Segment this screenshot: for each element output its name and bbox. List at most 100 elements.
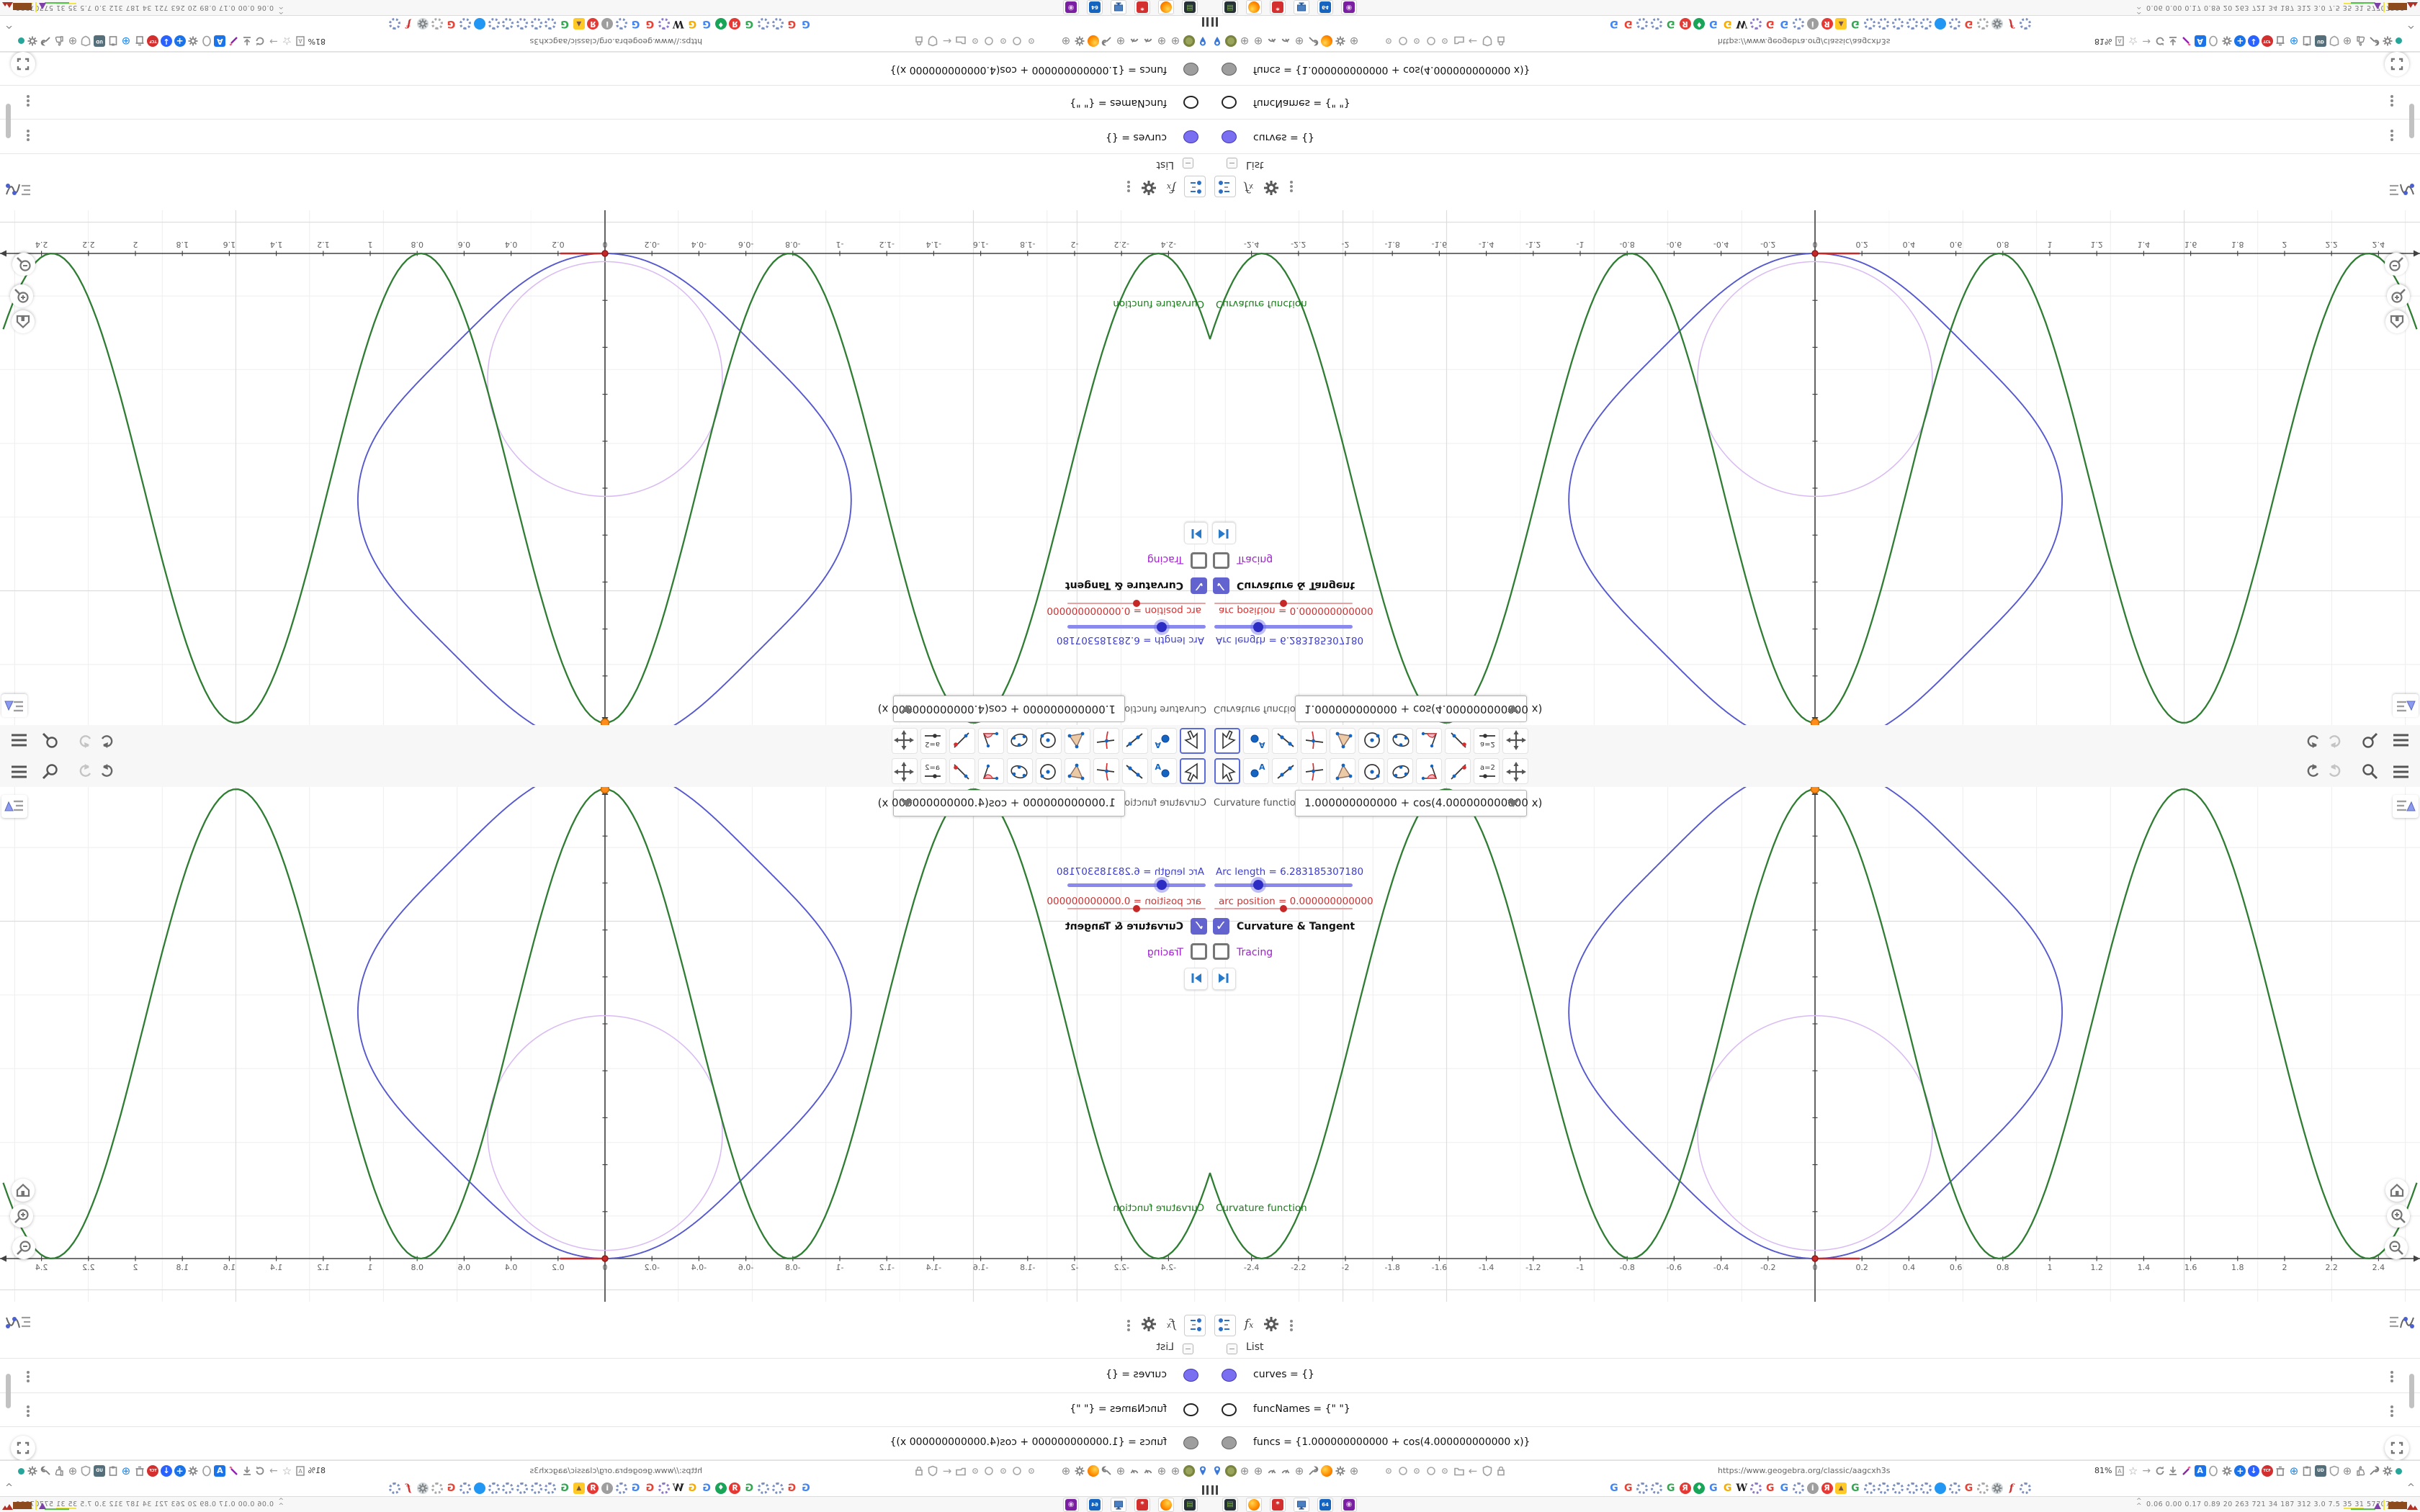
conic-tool-button[interactable] <box>1007 728 1033 754</box>
row-kebab-menu-icon[interactable] <box>2390 1404 2394 1418</box>
globe-icon[interactable]: ⊕ <box>1170 35 1181 48</box>
arc-length-slider-knob[interactable] <box>1253 622 1263 632</box>
home-button[interactable] <box>12 310 35 333</box>
zoom-in-button[interactable] <box>10 1205 33 1228</box>
yandex-favicon[interactable]: Я <box>1821 1482 1833 1494</box>
google-favicon[interactable]: G <box>1665 18 1677 30</box>
download-icon[interactable] <box>2167 35 2179 47</box>
mask-taskbar-app[interactable]: ◉ <box>1341 1498 1357 1512</box>
angle-tool-button[interactable] <box>1416 728 1442 754</box>
oval-icon[interactable] <box>2208 1465 2219 1477</box>
search-icon[interactable] <box>40 731 60 750</box>
lock-icon[interactable] <box>913 1465 925 1477</box>
knot-favicon[interactable] <box>1863 18 1876 30</box>
oval-icon[interactable] <box>201 1465 212 1477</box>
angle-tool-button[interactable] <box>978 728 1004 754</box>
chevron-up-icon[interactable]: ^ <box>5 1482 13 1493</box>
knot-favicon[interactable] <box>388 1482 400 1494</box>
curvature-point[interactable] <box>600 718 610 726</box>
bird-favicon[interactable]: ♦ <box>714 1482 727 1494</box>
angle-tool-button[interactable] <box>1416 758 1442 784</box>
fx-icon[interactable]: fx <box>1161 177 1181 197</box>
google-favicon[interactable]: G <box>1722 18 1734 30</box>
curve-point[interactable] <box>1811 1255 1819 1262</box>
wikipedia-favicon[interactable]: W <box>1736 18 1747 30</box>
object-visibility-marker[interactable] <box>1222 96 1237 109</box>
globe-icon[interactable]: ⊕ <box>1348 35 1360 48</box>
knot-favicon[interactable] <box>615 18 627 30</box>
fullscreen-button[interactable] <box>11 1436 35 1460</box>
angle-tool-button[interactable] <box>978 758 1004 784</box>
globe-icon[interactable]: ⊕ <box>2288 1464 2300 1477</box>
wrench-icon[interactable] <box>1101 1465 1113 1477</box>
object-visibility-marker[interactable] <box>1222 1369 1237 1382</box>
dot-small-icon[interactable] <box>1026 1465 1037 1477</box>
reflect-tool-button[interactable] <box>949 728 975 754</box>
list-group-row[interactable]: − List <box>1210 1338 2420 1359</box>
ring-icon[interactable] <box>1397 35 1409 47</box>
knot-favicon[interactable] <box>658 18 670 30</box>
arrow-left-icon[interactable]: ← <box>1467 1464 1479 1477</box>
gear-icon[interactable] <box>1074 35 1085 47</box>
line-tool-button[interactable] <box>1272 758 1298 784</box>
yandex-favicon[interactable]: Я <box>1821 18 1833 30</box>
refresh-icon[interactable] <box>254 1465 266 1477</box>
firefox-taskbar-app[interactable] <box>1158 0 1174 14</box>
ring-icon[interactable] <box>984 35 995 47</box>
arc-length-slider[interactable] <box>1067 625 1206 629</box>
tray-expander-icon[interactable]: ^ ^ <box>2136 1498 2142 1510</box>
curve-point[interactable] <box>601 250 609 257</box>
slider-tool-button[interactable]: a=2 <box>920 758 946 784</box>
algebra-scrollbar[interactable] <box>2409 1374 2414 1408</box>
google-favicon[interactable]: G <box>1850 1482 1861 1494</box>
yandex-favicon[interactable]: Я <box>1679 18 1691 30</box>
line-tool-button[interactable] <box>1122 758 1148 784</box>
globe-icon[interactable]: ⊕ <box>1239 1464 1250 1477</box>
graphics-view[interactable]: Curvature function 1.000000000000 + cos(… <box>0 210 1210 725</box>
folder-icon[interactable] <box>1453 35 1465 47</box>
google-favicon[interactable]: G <box>800 1482 812 1494</box>
clipboard-icon[interactable] <box>107 35 119 47</box>
ring-icon[interactable] <box>1425 1465 1437 1477</box>
tree-view-icon[interactable] <box>1184 1315 1206 1336</box>
undo-icon[interactable] <box>98 762 117 781</box>
arrow-left-icon[interactable]: ← <box>941 35 953 48</box>
gear-icon[interactable] <box>187 35 199 47</box>
download-icon[interactable] <box>2167 1465 2179 1477</box>
ud-icon[interactable]: UD <box>2315 35 2326 47</box>
google-favicon[interactable]: G <box>686 18 698 30</box>
curvature-point[interactable] <box>1810 787 1820 794</box>
polygon-tool-button[interactable] <box>1065 758 1090 784</box>
google-favicon[interactable]: G <box>644 1482 655 1494</box>
status-dot-icon[interactable] <box>18 37 25 44</box>
firefox-taskbar-app[interactable] <box>1246 0 1262 14</box>
gauge-icon[interactable] <box>1266 1465 1278 1477</box>
floppy-taskbar-app[interactable]: 64 <box>1317 0 1333 14</box>
forward-icon[interactable]: → <box>268 35 279 47</box>
row-kebab-menu-icon[interactable] <box>26 1404 30 1418</box>
move-tool-button[interactable] <box>1214 728 1240 754</box>
tab-indicators[interactable] <box>1211 14 1220 28</box>
object-visibility-marker[interactable] <box>1222 1403 1237 1416</box>
gear-icon[interactable] <box>27 35 38 47</box>
gauge-icon[interactable] <box>1142 35 1154 47</box>
arc-position-slider-knob[interactable] <box>1280 600 1287 607</box>
page-zoom-badge[interactable]: 81% <box>2094 1466 2112 1475</box>
status-dot-icon[interactable] <box>2395 1468 2402 1475</box>
globe-icon[interactable]: ⊕ <box>1170 1464 1181 1477</box>
algebra-row[interactable]: funcs = {1.000000000000 + cos(4.00000000… <box>0 1426 1210 1460</box>
conic-tool-button[interactable] <box>1387 758 1413 784</box>
reflect-tool-button[interactable] <box>1445 758 1471 784</box>
globe-icon[interactable]: ⊕ <box>1156 1464 1168 1477</box>
tray-expander-icon[interactable]: ^ ^ <box>2136 2 2142 14</box>
plus-icon[interactable]: + <box>174 35 186 47</box>
google-favicon[interactable]: G <box>1608 18 1620 30</box>
shield-icon[interactable] <box>80 1465 91 1477</box>
shield-icon[interactable] <box>2329 1465 2340 1477</box>
globe-icon[interactable]: ⊕ <box>1115 1464 1126 1477</box>
wrench-icon[interactable] <box>40 1465 52 1477</box>
knot-favicon[interactable] <box>1892 1482 1904 1494</box>
knot-favicon[interactable] <box>1920 18 1932 30</box>
knot-favicon[interactable] <box>460 1482 472 1494</box>
fx-icon[interactable]: fx <box>1239 1315 1259 1335</box>
